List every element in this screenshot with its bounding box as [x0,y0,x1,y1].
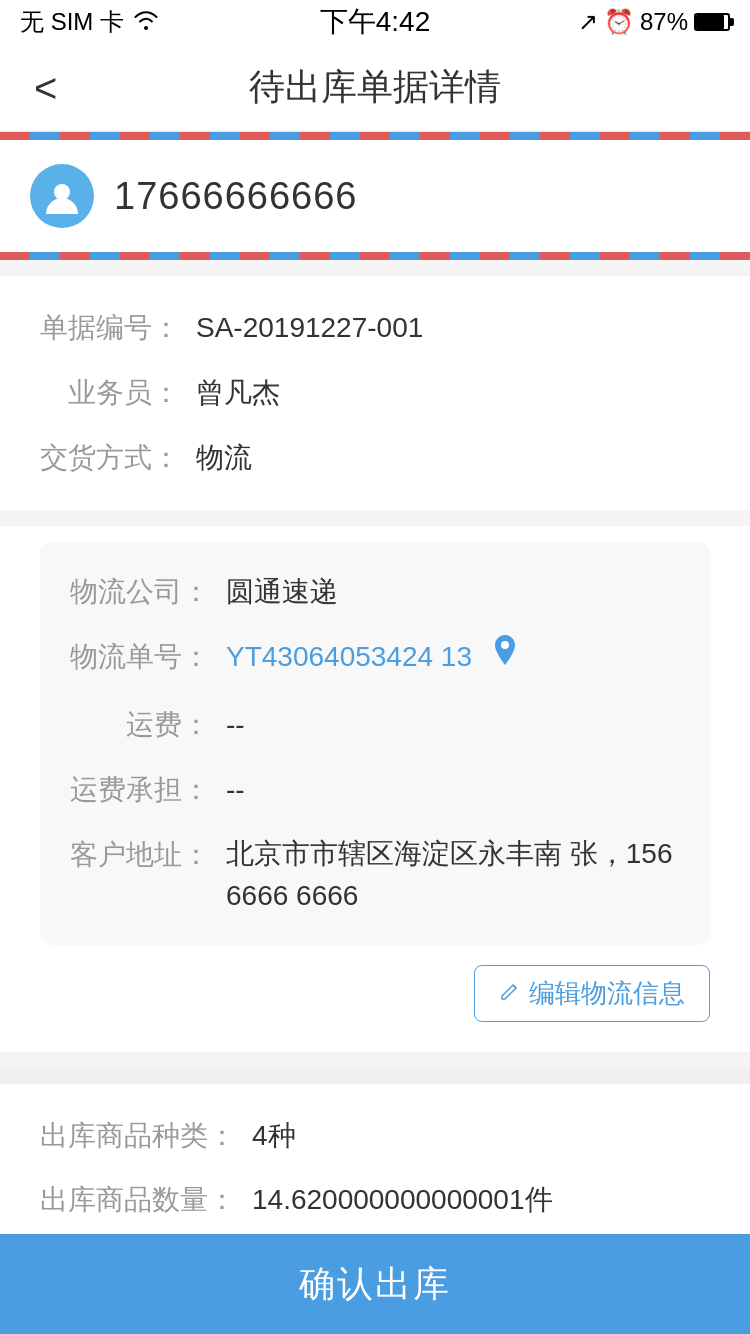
delivery-method-value: 物流 [196,436,710,481]
document-number-row: 单据编号： SA-20191227-001 [40,306,710,351]
gray-divider [0,1068,750,1084]
freight-value: -- [226,703,680,748]
delivery-method-label: 交货方式： [40,436,180,481]
tracking-number-row: 物流单号： YT43064053424 13 [70,635,680,683]
svg-point-1 [501,641,509,649]
product-type-label: 出库商品种类： [40,1114,236,1159]
location-status-icon: ↗ [578,8,598,36]
logistics-section: 物流公司： 圆通速递 物流单号： YT43064053424 13 运费： [0,526,750,1051]
battery-text: 87% [640,8,688,36]
tracking-number-value: YT43064053424 13 [226,635,680,683]
tracking-number-label: 物流单号： [70,635,210,680]
salesperson-label: 业务员： [40,371,180,416]
freight-label: 运费： [70,703,210,748]
carrier-text: 无 SIM 卡 [20,6,124,38]
edit-btn-container: 编辑物流信息 [40,965,710,1022]
product-quantity-value: 14.620000000000001件 [252,1178,710,1223]
status-time: 下午4:42 [320,3,431,41]
product-quantity-label: 出库商品数量： [40,1178,236,1223]
edit-logistics-label: 编辑物流信息 [529,976,685,1011]
back-button[interactable]: < [24,55,67,120]
document-number-value: SA-20191227-001 [196,306,710,351]
user-phone: 17666666666 [114,175,357,218]
page-title: 待出库单据详情 [249,63,501,112]
battery-icon [694,13,730,31]
basic-info-section: 单据编号： SA-20191227-001 业务员： 曾凡杰 交货方式： 物流 [0,276,750,510]
location-icon[interactable] [490,635,520,683]
freight-bearer-value: -- [226,768,680,813]
address-value: 北京市市辖区海淀区永丰南 张，156 6666 6666 [226,833,680,917]
status-bar: 无 SIM 卡 下午4:42 ↗ ⏰ 87% [0,0,750,44]
address-row: 客户地址： 北京市市辖区海淀区永丰南 张，156 6666 6666 [70,833,680,917]
user-header: 17666666666 [0,140,750,252]
delivery-method-row: 交货方式： 物流 [40,436,710,481]
status-left: 无 SIM 卡 [20,6,160,38]
freight-bearer-label: 运费承担： [70,768,210,813]
alarm-icon: ⏰ [604,8,634,36]
salesperson-value: 曾凡杰 [196,371,710,416]
product-quantity-row: 出库商品数量： 14.620000000000001件 [40,1178,710,1223]
svg-point-0 [54,184,70,200]
logistics-company-row: 物流公司： 圆通速递 [70,570,680,615]
logistics-company-label: 物流公司： [70,570,210,615]
stripe-divider-2 [0,252,750,260]
address-label: 客户地址： [70,833,210,878]
back-icon: < [34,65,57,109]
stripe-divider [0,132,750,140]
edit-icon [499,978,521,1009]
confirm-outbound-button[interactable]: 确认出库 [0,1234,750,1334]
freight-bearer-row: 运费承担： -- [70,768,680,813]
freight-row: 运费： -- [70,703,680,748]
salesperson-row: 业务员： 曾凡杰 [40,371,710,416]
edit-logistics-button[interactable]: 编辑物流信息 [474,965,710,1022]
status-right: ↗ ⏰ 87% [578,8,730,36]
document-number-label: 单据编号： [40,306,180,351]
bottom-area: 确认出库 [0,1234,750,1334]
user-avatar [30,164,94,228]
logistics-company-value: 圆通速递 [226,570,680,615]
logistics-card: 物流公司： 圆通速递 物流单号： YT43064053424 13 运费： [40,542,710,944]
product-type-row: 出库商品种类： 4种 [40,1114,710,1159]
nav-bar: < 待出库单据详情 [0,44,750,132]
product-type-value: 4种 [252,1114,710,1159]
wifi-icon [132,8,160,36]
